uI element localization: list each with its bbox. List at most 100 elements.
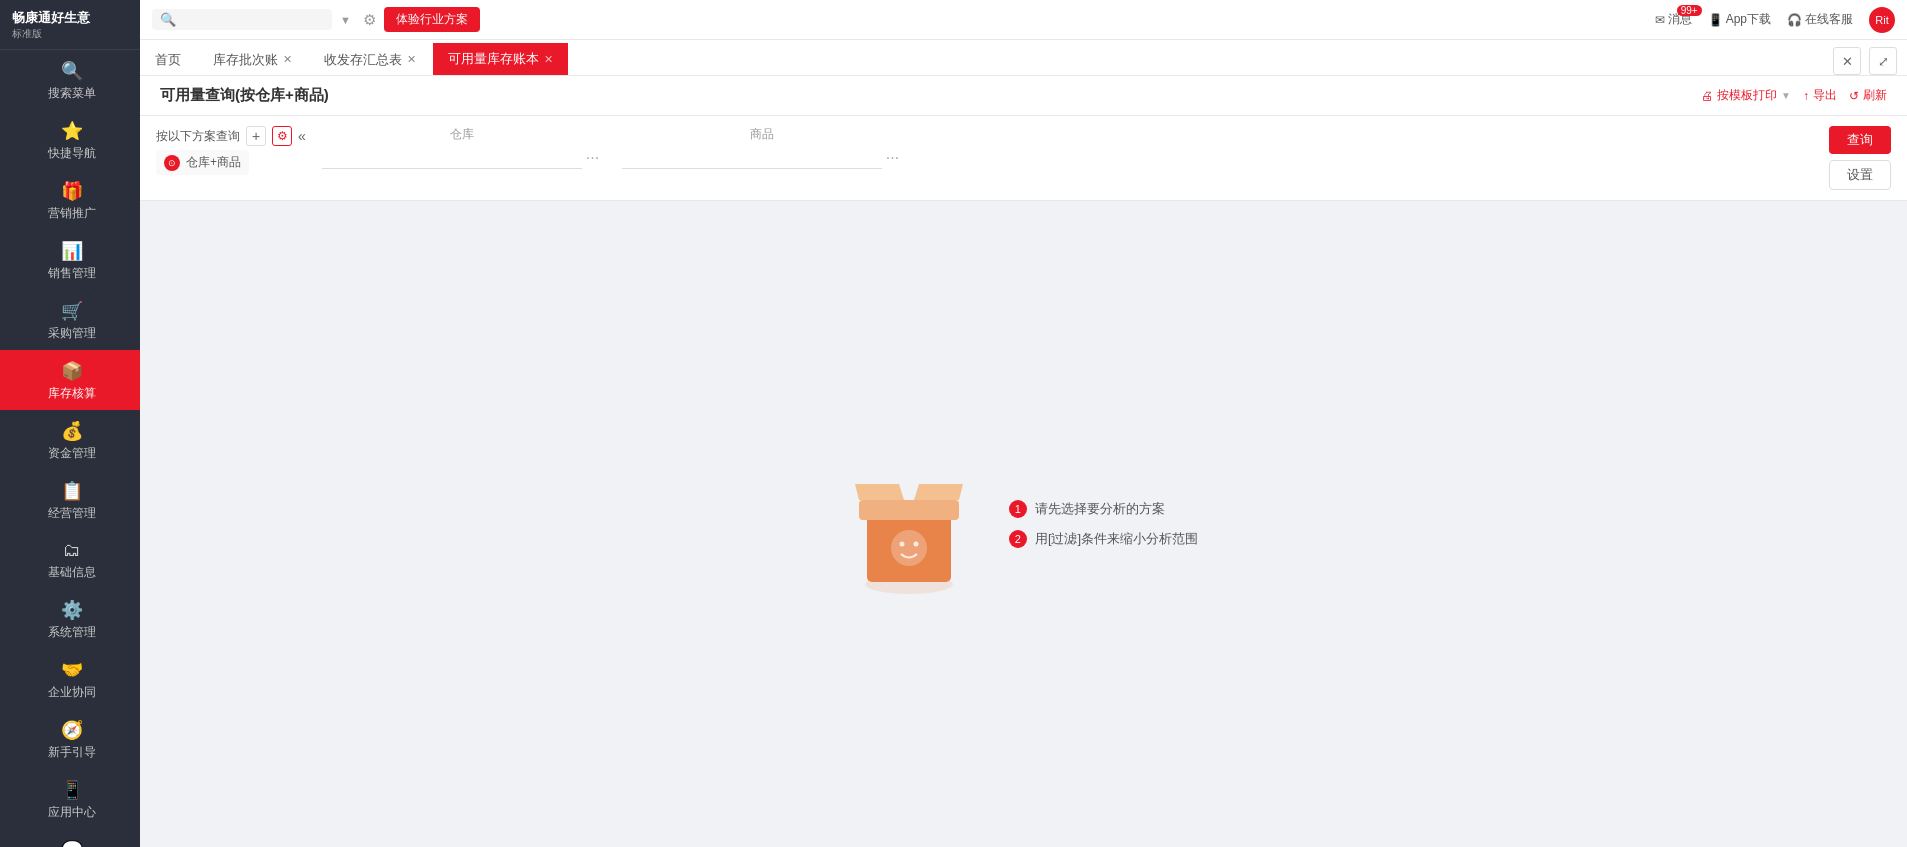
topbar-right: ✉ 消息 99+ 📱 App下载 🎧 在线客服 Rit	[1655, 7, 1895, 33]
finance-icon: 💰	[61, 420, 83, 442]
dropdown-arrow-icon[interactable]: ▼	[340, 14, 351, 26]
print-btn[interactable]: 🖨 按模板打印 ▼	[1701, 87, 1791, 104]
empty-text: 1 请先选择要分析的方案 2 用[过滤]条件来缩小分析范围	[1009, 500, 1198, 548]
tip-num-2: 2	[1009, 530, 1027, 548]
app-download-label: App下载	[1726, 11, 1771, 28]
sidebar-label-sales: 销售管理	[48, 265, 96, 282]
gear-icon[interactable]: ⚙	[363, 11, 376, 29]
sidebar-item-finance[interactable]: 💰 资金管理	[0, 410, 140, 470]
close-icon[interactable]: ✕	[544, 53, 553, 66]
empty-illustration	[849, 464, 969, 584]
search-box[interactable]: 🔍	[152, 9, 332, 30]
sidebar: 畅康通好生意 标准版 🔍 搜索菜单 ⭐ 快捷导航 🎁 营销推广 📊 销售管理 🛒…	[0, 0, 140, 847]
collapse-icon[interactable]: «	[298, 128, 306, 144]
svg-point-5	[913, 542, 918, 547]
online-service-btn[interactable]: 🎧 在线客服	[1787, 11, 1853, 28]
app-version: 标准版	[12, 27, 128, 41]
message-btn[interactable]: ✉ 消息 99+	[1655, 11, 1692, 28]
app-download-btn[interactable]: 📱 App下载	[1708, 11, 1771, 28]
empty-state: 1 请先选择要分析的方案 2 用[过滤]条件来缩小分析范围	[140, 201, 1907, 847]
enterprise-icon: 🤝	[61, 659, 83, 681]
export-icon: ↑	[1803, 89, 1809, 103]
tabbar: 首页 库存批次账 ✕ 收发存汇总表 ✕ 可用量库存账本 ✕ ✕ ⤢	[140, 40, 1907, 76]
svg-point-3	[891, 530, 927, 566]
empty-tip-2: 2 用[过滤]条件来缩小分析范围	[1009, 530, 1198, 548]
close-icon[interactable]: ✕	[407, 53, 416, 66]
scheme-icon: ⊙	[164, 155, 180, 171]
avatar: Rit	[1869, 7, 1895, 33]
tab-receipt-label: 收发存汇总表	[324, 51, 402, 69]
sidebar-label-basic: 基础信息	[48, 564, 96, 581]
warehouse-more-icon[interactable]: ···	[586, 149, 599, 167]
close-icon[interactable]: ✕	[283, 53, 292, 66]
sidebar-item-inventory[interactable]: 📦 库存核算	[0, 350, 140, 410]
industry-btn[interactable]: 体验行业方案	[384, 7, 480, 32]
goods-label: 商品	[622, 126, 902, 143]
sidebar-nav: 🔍 搜索菜单 ⭐ 快捷导航 🎁 营销推广 📊 销售管理 🛒 采购管理 📦 库存核…	[0, 50, 140, 847]
sidebar-item-operations[interactable]: 📋 经营管理	[0, 470, 140, 530]
sidebar-item-newbie[interactable]: 🧭 新手引导	[0, 709, 140, 769]
search-input[interactable]	[180, 13, 300, 27]
shortcut-icon: ⭐	[61, 120, 83, 142]
sidebar-label-shortcut: 快捷导航	[48, 145, 96, 162]
tab-available-label: 可用量库存账本	[448, 50, 539, 68]
message-badge: 99+	[1677, 5, 1702, 16]
tab-home[interactable]: 首页	[140, 43, 196, 75]
scheme-item-label: 仓库+商品	[186, 154, 241, 171]
refresh-btn[interactable]: ↺ 刷新	[1849, 87, 1887, 104]
sidebar-label-finance: 资金管理	[48, 445, 96, 462]
print-label: 按模板打印	[1717, 87, 1777, 104]
user-menu[interactable]: Rit	[1869, 7, 1895, 33]
scheme-item[interactable]: ⊙ 仓库+商品	[156, 150, 249, 175]
tab-batch-account[interactable]: 库存批次账 ✕	[198, 43, 307, 75]
query-btn[interactable]: 查询	[1829, 126, 1891, 154]
sidebar-label-operations: 经营管理	[48, 505, 96, 522]
purchase-icon: 🛒	[61, 300, 83, 322]
basic-icon: 🗂	[63, 540, 81, 561]
page-content: 可用量查询(按仓库+商品) 🖨 按模板打印 ▼ ↑ 导出 ↺ 刷新	[140, 76, 1907, 847]
sales-icon: 📊	[61, 240, 83, 262]
sidebar-item-wecom[interactable]: 💬 企业微信	[0, 829, 140, 847]
tab-home-label: 首页	[155, 51, 181, 69]
export-btn[interactable]: ↑ 导出	[1803, 87, 1837, 104]
export-label: 导出	[1813, 87, 1837, 104]
sidebar-item-purchase[interactable]: 🛒 采购管理	[0, 290, 140, 350]
printer-icon: 🖨	[1701, 89, 1713, 103]
sidebar-label-purchase: 采购管理	[48, 325, 96, 342]
sidebar-item-marketing[interactable]: 🎁 营销推广	[0, 170, 140, 230]
tab-close-btn[interactable]: ✕	[1833, 47, 1861, 75]
sidebar-item-enterprise[interactable]: 🤝 企业协同	[0, 649, 140, 709]
sidebar-label-marketing: 营销推广	[48, 205, 96, 222]
refresh-label: 刷新	[1863, 87, 1887, 104]
tab-expand-btn[interactable]: ⤢	[1869, 47, 1897, 75]
goods-more-icon[interactable]: ···	[886, 149, 899, 167]
empty-tip-1: 1 请先选择要分析的方案	[1009, 500, 1198, 518]
topbar: 🔍 ▼ ⚙ 体验行业方案 ✉ 消息 99+ 📱 App下载 🎧 在线客服 Rit	[140, 0, 1907, 40]
settings-scheme-btn[interactable]: ⚙	[272, 126, 292, 146]
newbie-icon: 🧭	[61, 719, 83, 741]
service-label: 在线客服	[1805, 11, 1853, 28]
sidebar-item-shortcut[interactable]: ⭐ 快捷导航	[0, 110, 140, 170]
tab-available-account[interactable]: 可用量库存账本 ✕	[433, 43, 568, 75]
empty-svg	[849, 464, 969, 594]
filter-left: 按以下方案查询 + ⚙ « ⊙ 仓库+商品	[156, 126, 306, 175]
sidebar-item-search[interactable]: 🔍 搜索菜单	[0, 50, 140, 110]
sidebar-item-basic[interactable]: 🗂 基础信息	[0, 530, 140, 589]
sidebar-item-sales[interactable]: 📊 销售管理	[0, 230, 140, 290]
warehouse-label: 仓库	[322, 126, 602, 143]
refresh-icon: ↺	[1849, 89, 1859, 103]
goods-input[interactable]	[622, 145, 882, 169]
sidebar-item-system[interactable]: ⚙️ 系统管理	[0, 589, 140, 649]
message-icon: ✉	[1655, 13, 1665, 27]
warehouse-input[interactable]	[322, 145, 582, 169]
tip-num-1: 1	[1009, 500, 1027, 518]
tab-receipt-summary[interactable]: 收发存汇总表 ✕	[309, 43, 431, 75]
service-icon: 🎧	[1787, 13, 1802, 27]
page-header-actions: 🖨 按模板打印 ▼ ↑ 导出 ↺ 刷新	[1701, 87, 1887, 104]
svg-rect-2	[859, 500, 959, 520]
page-title: 可用量查询(按仓库+商品)	[160, 86, 329, 105]
sidebar-item-app-center[interactable]: 📱 应用中心	[0, 769, 140, 829]
settings-btn[interactable]: 设置	[1829, 160, 1891, 190]
filter-fields: 仓库 ··· 商品 ···	[322, 126, 1813, 169]
add-scheme-btn[interactable]: +	[246, 126, 266, 146]
